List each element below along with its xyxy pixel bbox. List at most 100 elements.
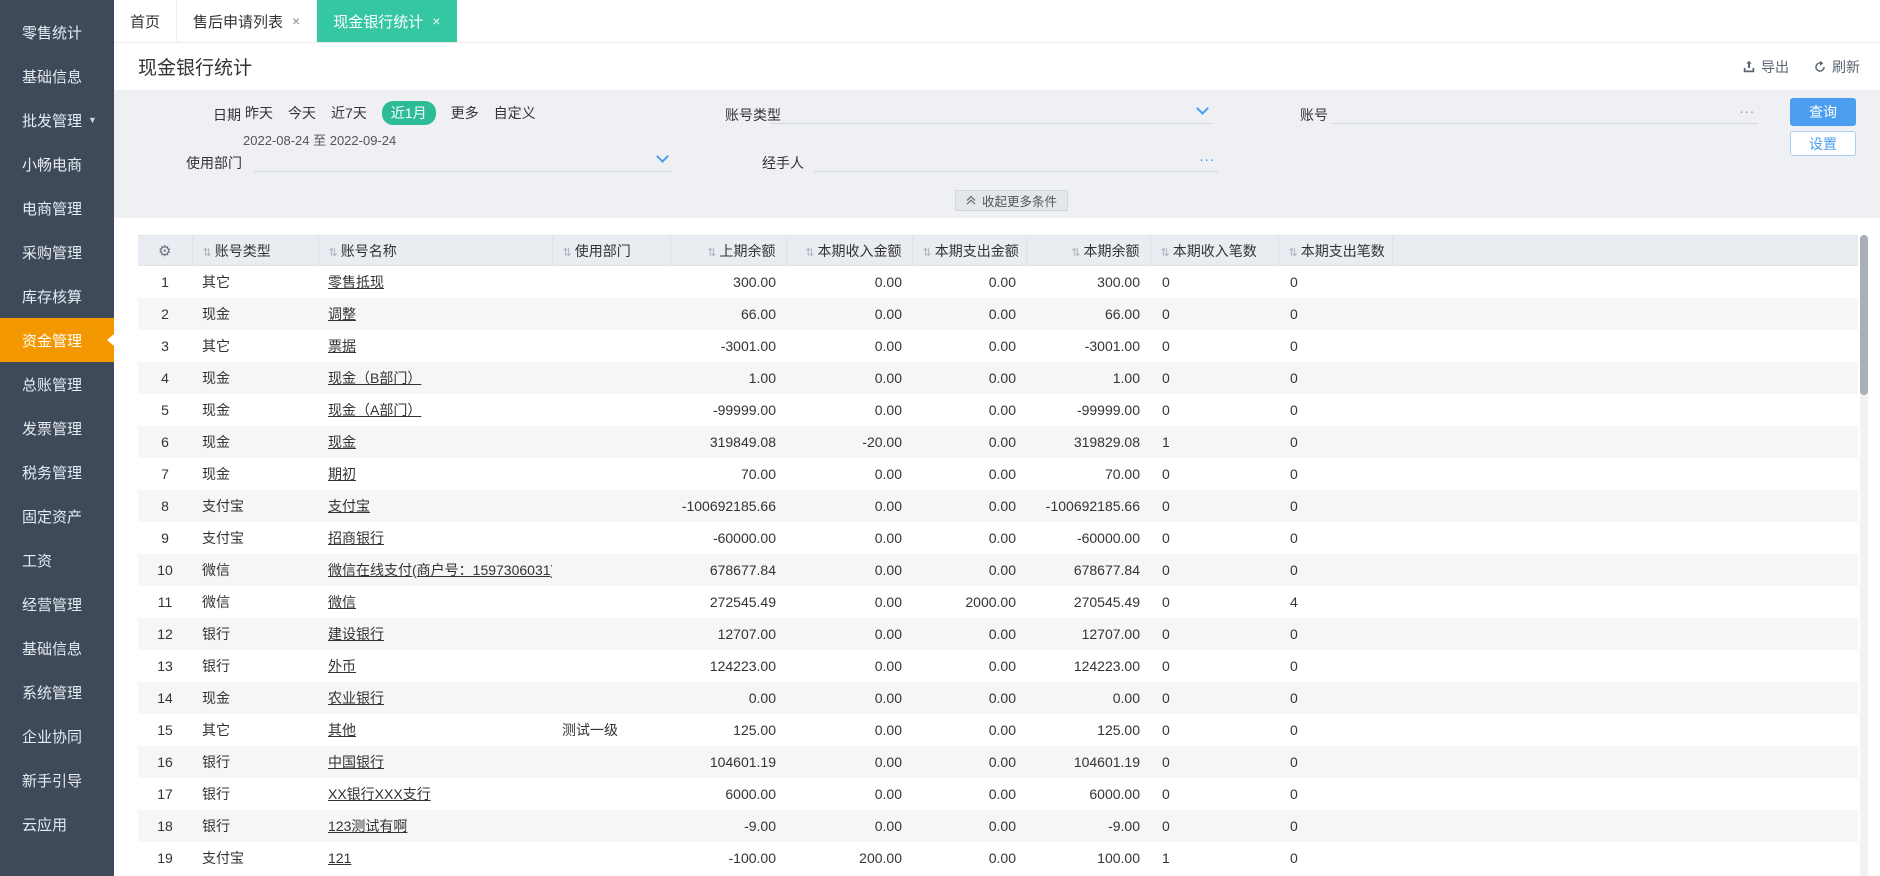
column-header-account-type[interactable]: ⇅ 账号类型 xyxy=(192,235,319,266)
account-name-link[interactable]: 外币 xyxy=(328,658,356,674)
account-name-link[interactable]: 现金（B部门） xyxy=(328,370,421,386)
sidebar-item[interactable]: 基础信息 xyxy=(0,626,114,670)
sort-icon[interactable]: ⇅ xyxy=(805,247,814,259)
sidebar-item[interactable]: 系统管理 xyxy=(0,670,114,714)
date-quick-option[interactable]: 昨天 xyxy=(245,103,273,123)
account-name-link[interactable]: 支付宝 xyxy=(328,498,370,514)
sort-icon[interactable]: ⇅ xyxy=(1161,247,1170,259)
account-type-select[interactable] xyxy=(770,98,1212,124)
table-row[interactable]: 8 支付宝 支付宝 -100692185.66 0.00 0.00 -10069… xyxy=(138,489,1858,522)
sort-icon[interactable]: ⇅ xyxy=(923,247,932,259)
sort-icon[interactable]: ⇅ xyxy=(707,247,716,259)
chevron-down-icon[interactable] xyxy=(656,150,669,163)
account-name-link[interactable]: 现金（A部门） xyxy=(328,402,421,418)
sidebar-item[interactable]: 小畅电商 xyxy=(0,142,114,186)
account-input[interactable]: ... xyxy=(1332,98,1758,124)
sidebar-item[interactable]: 发票管理 xyxy=(0,406,114,450)
sidebar-item[interactable]: 企业协同 xyxy=(0,714,114,758)
date-quick-option[interactable]: 自定义 xyxy=(494,103,536,123)
table-row[interactable]: 11 微信 微信 272545.49 0.00 2000.00 270545.4… xyxy=(138,586,1858,618)
table-row[interactable]: 12 银行 建设银行 12707.00 0.00 0.00 12707.00 0… xyxy=(138,617,1858,650)
department-select[interactable] xyxy=(254,146,672,172)
sidebar-item[interactable]: 电商管理 xyxy=(0,186,114,230)
column-header-current-balance[interactable]: ⇅ 本期余额 xyxy=(1026,235,1151,266)
account-name-link[interactable]: 期初 xyxy=(328,466,356,482)
account-name-link[interactable]: 其他 xyxy=(328,722,356,738)
column-settings-gear-icon[interactable]: ⚙ xyxy=(158,243,171,260)
date-quick-option[interactable]: 近7天 xyxy=(331,103,367,123)
sidebar-item[interactable]: 云应用 xyxy=(0,802,114,846)
account-name-link[interactable]: 123测试有啊 xyxy=(328,818,407,834)
vertical-scrollbar-thumb[interactable] xyxy=(1860,235,1868,395)
column-header-department[interactable]: ⇅ 使用部门 xyxy=(552,235,671,266)
account-name-link[interactable]: 建设银行 xyxy=(328,626,384,642)
tab[interactable]: 现金银行统计 × xyxy=(317,0,458,42)
sidebar-item[interactable]: 零售统计 xyxy=(0,10,114,54)
vertical-scrollbar-track[interactable] xyxy=(1860,235,1868,876)
sidebar-item[interactable]: 税务管理 xyxy=(0,450,114,494)
tab-close-icon[interactable]: × xyxy=(292,13,300,29)
account-name-link[interactable]: 调整 xyxy=(328,306,356,322)
account-name-link[interactable]: 微信在线支付(商户号：1597306031) xyxy=(328,562,552,578)
sort-icon[interactable]: ⇅ xyxy=(1071,247,1080,259)
sidebar-item[interactable]: 工资 xyxy=(0,538,114,582)
sidebar-item[interactable]: 采购管理 xyxy=(0,230,114,274)
sort-icon[interactable]: ⇅ xyxy=(329,247,338,259)
sort-icon[interactable]: ⇅ xyxy=(563,247,572,259)
tab-close-icon[interactable]: × xyxy=(432,13,440,29)
handler-picker-icon[interactable]: ... xyxy=(1199,148,1215,165)
table-row[interactable]: 15 其它 其他 测试一级 125.00 0.00 0.00 125.00 0 … xyxy=(138,714,1858,746)
export-button[interactable]: 导出 xyxy=(1742,57,1789,77)
account-name-link[interactable]: 票据 xyxy=(328,338,356,354)
table-row[interactable]: 5 现金 现金（A部门） -99999.00 0.00 0.00 -99999.… xyxy=(138,394,1858,426)
table-row[interactable]: 13 银行 外币 124223.00 0.00 0.00 124223.00 0… xyxy=(138,650,1858,682)
column-header-expense-amount[interactable]: ⇅ 本期支出金额 xyxy=(912,235,1027,266)
account-name-link[interactable]: 零售抵现 xyxy=(328,274,384,290)
table-row[interactable]: 19 支付宝 121 -100.00 200.00 0.00 100.00 1 … xyxy=(138,842,1858,874)
table-row[interactable]: 6 现金 现金 319849.08 -20.00 0.00 319829.08 … xyxy=(138,425,1858,458)
account-name-link[interactable]: 中国银行 xyxy=(328,754,384,770)
account-name-link[interactable]: 121 xyxy=(328,850,351,866)
sidebar-item[interactable]: 经营管理 xyxy=(0,582,114,626)
sidebar-item[interactable]: 资金管理 xyxy=(0,318,114,362)
account-name-link[interactable]: 招商银行 xyxy=(328,530,384,546)
column-header-income-amount[interactable]: ⇅ 本期收入金额 xyxy=(786,235,913,266)
account-name-link[interactable]: 微信 xyxy=(328,594,356,610)
account-picker-icon[interactable]: ... xyxy=(1739,100,1755,117)
tab[interactable]: 首页 xyxy=(114,0,178,42)
table-row[interactable]: 10 微信 微信在线支付(商户号：1597306031) 678677.84 0… xyxy=(138,553,1858,586)
table-row[interactable]: 1 其它 零售抵现 300.00 0.00 0.00 300.00 0 0 xyxy=(138,266,1858,298)
table-row[interactable]: 3 其它 票据 -3001.00 0.00 0.00 -3001.00 0 0 xyxy=(138,330,1858,362)
account-name-link[interactable]: 农业银行 xyxy=(328,690,384,706)
column-header-settings[interactable]: ⚙ xyxy=(138,235,193,266)
table-row[interactable]: 17 银行 XX银行XXX支行 6000.00 0.00 0.00 6000.0… xyxy=(138,778,1858,810)
table-row[interactable]: 18 银行 123测试有啊 -9.00 0.00 0.00 -9.00 0 0 xyxy=(138,809,1858,842)
handler-input[interactable]: ... xyxy=(814,146,1218,172)
column-header-income-count[interactable]: ⇅ 本期收入笔数 xyxy=(1150,235,1279,266)
column-header-prev-balance[interactable]: ⇅ 上期余额 xyxy=(670,235,787,266)
column-header-account-name[interactable]: ⇅ 账号名称 xyxy=(318,235,553,266)
table-row[interactable]: 7 现金 期初 70.00 0.00 0.00 70.00 0 0 xyxy=(138,458,1858,490)
date-quick-option[interactable]: 今天 xyxy=(288,103,316,123)
date-quick-option[interactable]: 近1月 xyxy=(381,101,436,125)
table-row[interactable]: 9 支付宝 招商银行 -60000.00 0.00 0.00 -60000.00… xyxy=(138,522,1858,554)
sort-icon[interactable]: ⇅ xyxy=(1289,247,1298,259)
sidebar-item[interactable]: 批发管理 ▼ xyxy=(0,98,114,142)
collapse-conditions-button[interactable]: 收起更多条件 xyxy=(955,190,1069,211)
table-row[interactable]: 2 现金 调整 66.00 0.00 0.00 66.00 0 0 xyxy=(138,297,1858,330)
chevron-down-icon[interactable] xyxy=(1196,102,1209,115)
account-name-link[interactable]: 现金 xyxy=(328,434,356,450)
query-button[interactable]: 查询 xyxy=(1790,98,1856,126)
date-quick-option[interactable]: 更多 xyxy=(451,103,479,123)
table-row[interactable]: 16 银行 中国银行 104601.19 0.00 0.00 104601.19… xyxy=(138,745,1858,778)
table-row[interactable]: 4 现金 现金（B部门） 1.00 0.00 0.00 1.00 0 0 xyxy=(138,361,1858,394)
tab[interactable]: 售后申请列表 × xyxy=(177,0,318,42)
sidebar-item[interactable]: 新手引导 xyxy=(0,758,114,802)
refresh-button[interactable]: 刷新 xyxy=(1813,57,1860,77)
column-header-expense-count[interactable]: ⇅ 本期支出笔数 xyxy=(1278,235,1393,266)
sidebar-item[interactable]: 总账管理 xyxy=(0,362,114,406)
account-name-link[interactable]: XX银行XXX支行 xyxy=(328,786,431,802)
table-row[interactable]: 14 现金 农业银行 0.00 0.00 0.00 0.00 0 0 xyxy=(138,681,1858,714)
settings-button[interactable]: 设置 xyxy=(1790,131,1856,156)
sidebar-item[interactable]: 库存核算 xyxy=(0,274,114,318)
